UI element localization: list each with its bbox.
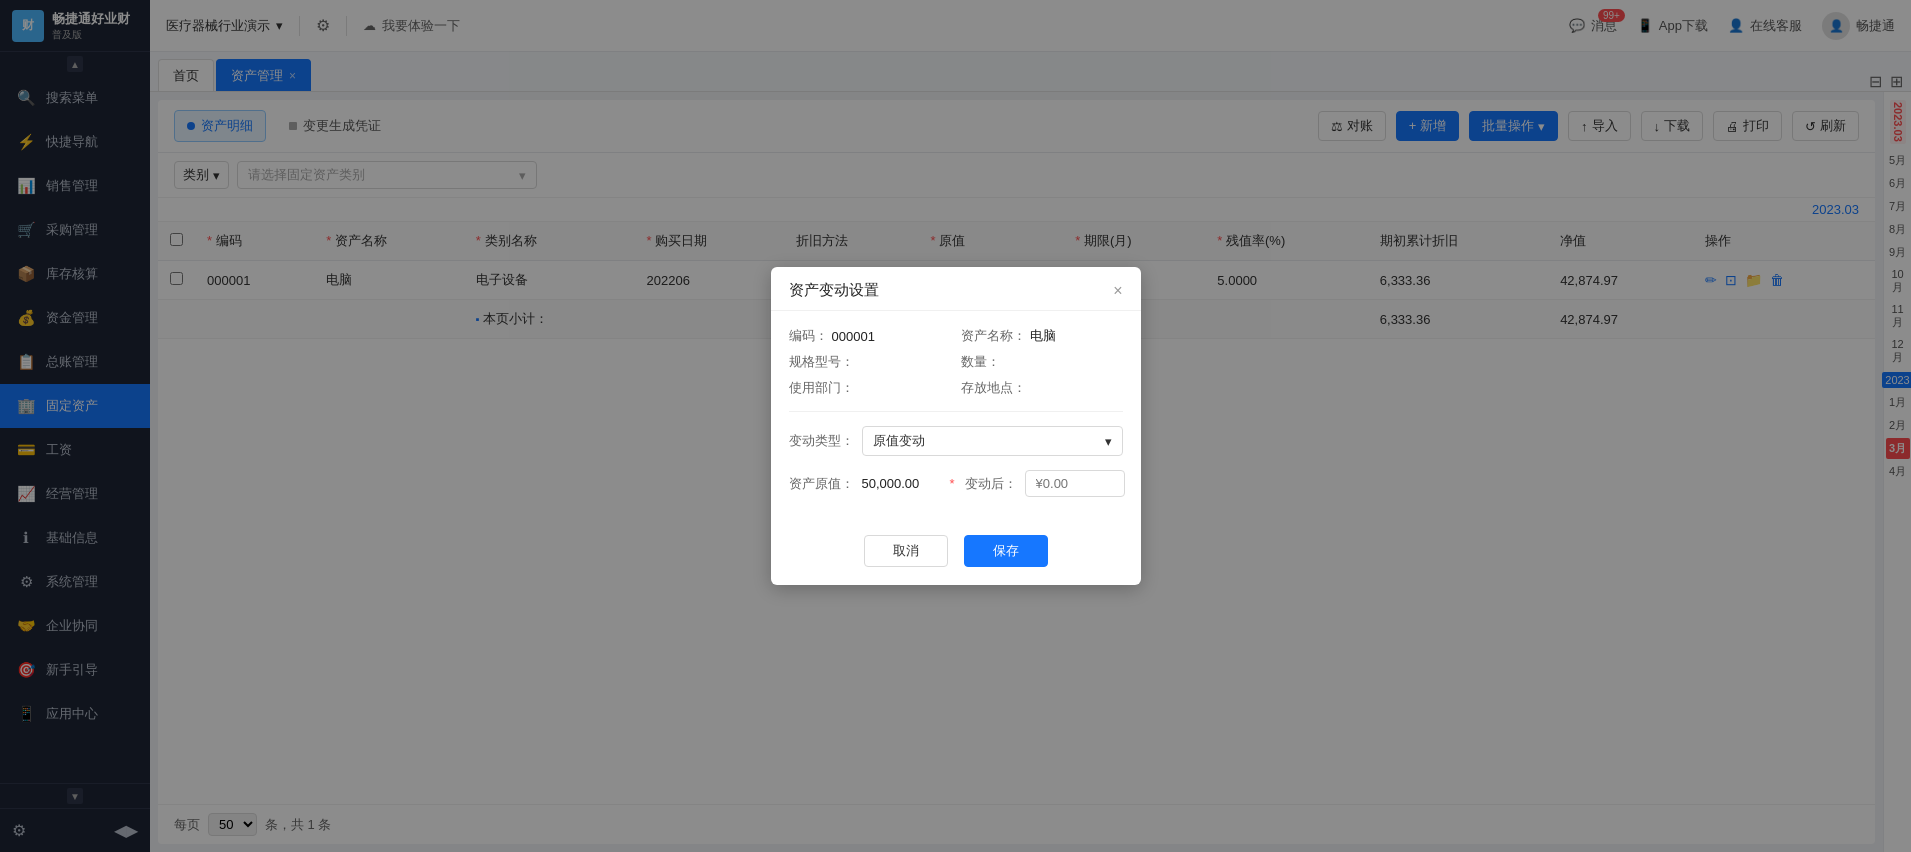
dialog-location-field: 存放地点： (961, 379, 1123, 397)
change-type-chevron: ▾ (1105, 434, 1112, 449)
dialog-title: 资产变动设置 (789, 281, 879, 300)
dialog-quantity-field: 数量： (961, 353, 1123, 371)
required-star: * (950, 476, 955, 491)
dialog-divider (789, 411, 1123, 412)
cancel-btn[interactable]: 取消 (864, 535, 948, 567)
asset-change-dialog: 资产变动设置 × 编码： 000001 资产名称： 电脑 规格型号： 数量： (771, 267, 1141, 585)
dialog-asset-value: 资产原值： 50,000.00 * 变动后： (789, 470, 1123, 497)
dialog-dept-field: 使用部门： (789, 379, 951, 397)
dialog-change-type: 变动类型： 原值变动 ▾ (789, 426, 1123, 456)
dialog-header: 资产变动设置 × (771, 267, 1141, 311)
dialog-spec-field: 规格型号： (789, 353, 951, 371)
dialog-body: 编码： 000001 资产名称： 电脑 规格型号： 数量： 使用部门： (771, 311, 1141, 527)
dialog-close-btn[interactable]: × (1113, 282, 1122, 300)
change-type-select[interactable]: 原值变动 ▾ (862, 426, 1123, 456)
dialog-actions: 取消 保存 (771, 527, 1141, 585)
dialog-code-field: 编码： 000001 (789, 327, 951, 345)
dialog-asset-name-field: 资产名称： 电脑 (961, 327, 1123, 345)
save-btn[interactable]: 保存 (964, 535, 1048, 567)
dialog-info-grid: 编码： 000001 资产名称： 电脑 规格型号： 数量： 使用部门： (789, 327, 1123, 397)
dialog-overlay: 资产变动设置 × 编码： 000001 资产名称： 电脑 规格型号： 数量： (0, 0, 1911, 852)
after-change-input[interactable] (1025, 470, 1125, 497)
